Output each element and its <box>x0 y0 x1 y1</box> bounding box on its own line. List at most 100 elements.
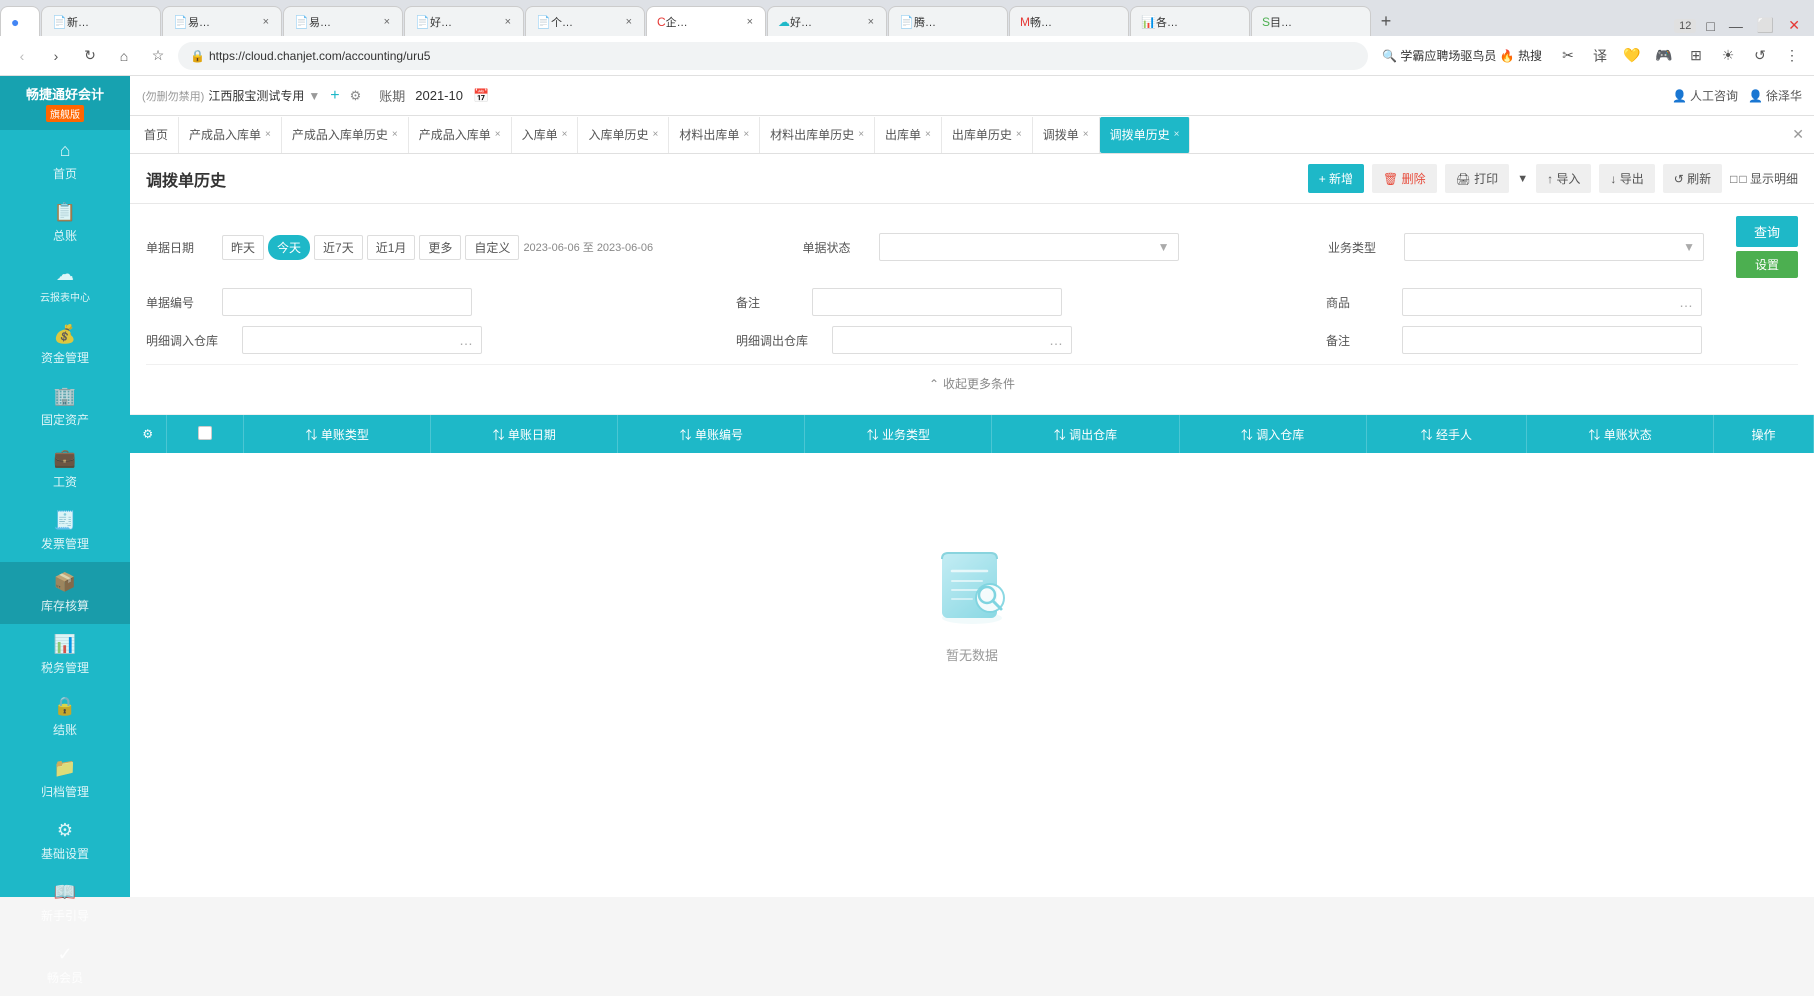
consultant-button[interactable]: 👤 人工咨询 <box>1672 87 1738 104</box>
close-all-tabs-icon[interactable]: ✕ <box>1792 126 1804 143</box>
company-settings-icon[interactable]: ⚙ <box>350 88 362 104</box>
page-tab-home[interactable]: 首页 <box>134 117 179 153</box>
print-button[interactable]: 🖨 打印 <box>1445 164 1510 193</box>
status-select[interactable]: ▼ <box>879 233 1179 261</box>
detail-out-select[interactable]: … <box>832 326 1072 354</box>
table-gear-column[interactable]: ⚙ <box>130 415 166 453</box>
page-tab-close[interactable]: × <box>495 129 501 140</box>
remark2-select[interactable] <box>1402 326 1702 354</box>
browser-tab-11[interactable]: 📊 各… <box>1130 6 1250 36</box>
date-btn-more[interactable]: 更多 <box>419 235 461 260</box>
page-tab-chanpin-instock-history[interactable]: 产成品入库单历史 × <box>282 117 409 153</box>
date-btn-1month[interactable]: 近1月 <box>367 235 416 260</box>
forward-button[interactable]: › <box>42 42 70 70</box>
browser-tab-12[interactable]: S 目… <box>1251 6 1371 36</box>
table-col-doc-num[interactable]: ⇅ 单账编号 <box>618 415 805 453</box>
table-col-doc-date[interactable]: ⇅ 单账日期 <box>431 415 618 453</box>
date-btn-custom[interactable]: 自定义 <box>465 235 519 260</box>
page-tab-material-outstock[interactable]: 材料出库单 × <box>669 117 760 153</box>
user-button[interactable]: 👤 徐泽华 <box>1748 87 1802 104</box>
sidebar-item-archive[interactable]: 📁 归档管理 <box>0 748 130 810</box>
address-bar[interactable]: 🔒 https://cloud.chanjet.com/accounting/u… <box>178 42 1368 70</box>
doc-num-input[interactable] <box>222 288 472 316</box>
goods-dots-icon[interactable]: … <box>1679 294 1693 310</box>
browser-tab-2[interactable]: 📄 新… <box>41 6 161 36</box>
browser-tab-10[interactable]: M 畅… <box>1009 6 1129 36</box>
page-tab-transfer[interactable]: 调拨单 × <box>1033 117 1100 153</box>
sidebar-item-home[interactable]: ⌂ 首页 <box>0 130 130 192</box>
page-tab-close[interactable]: × <box>562 129 568 140</box>
wallet-icon[interactable]: 💛 <box>1618 42 1646 70</box>
company-selector[interactable]: (勿删勿禁用) 江西服宝测试专用 ▼ <box>142 87 320 104</box>
browser-tab-9[interactable]: 📄 腾… <box>888 6 1008 36</box>
browser-tab-5[interactable]: 📄 好… × <box>404 6 524 36</box>
table-col-biz-type[interactable]: ⇅ 业务类型 <box>805 415 992 453</box>
date-btn-yesterday[interactable]: 昨天 <box>222 235 264 260</box>
detail-out-dots-icon[interactable]: … <box>1049 332 1063 348</box>
add-company-btn[interactable]: + <box>330 87 339 105</box>
restore-window-icon[interactable]: □ <box>1702 16 1718 36</box>
sidebar-item-ledger[interactable]: 📋 总账 <box>0 192 130 254</box>
date-btn-7days[interactable]: 近7天 <box>314 235 363 260</box>
sidebar-item-closing[interactable]: 🔒 结账 <box>0 686 130 748</box>
minimize-icon[interactable]: — <box>1725 16 1747 36</box>
select-all-checkbox[interactable] <box>198 426 212 440</box>
table-col-in-warehouse[interactable]: ⇅ 调入仓库 <box>1179 415 1366 453</box>
maximize-icon[interactable]: ⬜ <box>1753 15 1778 36</box>
show-full-button[interactable]: □ □ 显示明细 <box>1730 170 1798 187</box>
calendar-icon[interactable]: 📅 <box>473 88 489 104</box>
grid-icon[interactable]: ⊞ <box>1682 42 1710 70</box>
goods-select[interactable]: … <box>1402 288 1702 316</box>
page-tab-close[interactable]: × <box>743 129 749 140</box>
browser-tab-4[interactable]: 📄 易… × <box>283 6 403 36</box>
refresh-button[interactable]: ↺ 刷新 <box>1663 164 1722 193</box>
page-tab-transfer-history[interactable]: 调拨单历史 × <box>1100 117 1191 153</box>
page-tab-close[interactable]: × <box>1174 129 1180 140</box>
browser-tab-3[interactable]: 📄 易… × <box>162 6 282 36</box>
page-tab-outstock[interactable]: 出库单 × <box>875 117 942 153</box>
sidebar-item-tax[interactable]: 📊 税务管理 <box>0 624 130 686</box>
sidebar-item-settings[interactable]: ⚙ 基础设置 <box>0 810 130 872</box>
add-button[interactable]: + 新增 <box>1308 164 1364 193</box>
page-tab-chanpin-instock2[interactable]: 产成品入库单 × <box>409 117 512 153</box>
sidebar-item-reports[interactable]: ☁ 云报表中心 <box>0 254 130 314</box>
game-icon[interactable]: 🎮 <box>1650 42 1678 70</box>
page-tab-close[interactable]: × <box>652 129 658 140</box>
page-tab-material-outstock-history[interactable]: 材料出库单历史 × <box>760 117 875 153</box>
sidebar-item-assets[interactable]: 🏢 固定资产 <box>0 376 130 438</box>
sidebar-item-guide[interactable]: 📖 新手引导 <box>0 872 130 934</box>
table-checkbox-column[interactable] <box>166 415 244 453</box>
page-tab-chanpin-instock[interactable]: 产成品入库单 × <box>179 117 282 153</box>
undo-icon[interactable]: ↺ <box>1746 42 1774 70</box>
close-window-icon[interactable]: ✕ <box>1784 15 1804 36</box>
new-tab-button[interactable]: + <box>1372 6 1400 36</box>
sidebar-item-member[interactable]: ✓ 畅会员 <box>0 934 130 996</box>
export-button[interactable]: ↓ 导出 <box>1599 164 1654 193</box>
tab-close-5[interactable]: × <box>503 14 513 30</box>
browser-tab-7[interactable]: C 企… × <box>646 6 766 36</box>
page-tab-outstock-history[interactable]: 出库单历史 × <box>942 117 1033 153</box>
table-col-out-warehouse[interactable]: ⇅ 调出仓库 <box>992 415 1179 453</box>
tab-close-8[interactable]: × <box>866 14 876 30</box>
biz-type-select[interactable]: ▼ <box>1404 233 1704 261</box>
sidebar-item-inventory[interactable]: 📦 库存核算 <box>0 562 130 624</box>
browser-tab-8[interactable]: ☁ 好… × <box>767 6 887 36</box>
refresh-button[interactable]: ↻ <box>76 42 104 70</box>
search-bar[interactable]: 🔍 学霸应聘场驱鸟员 🔥 热搜 <box>1374 43 1550 68</box>
print-dropdown-icon[interactable]: ▼ <box>1517 173 1528 185</box>
page-tab-close[interactable]: × <box>925 129 931 140</box>
tab-close-6[interactable]: × <box>624 14 634 30</box>
tab-close-4[interactable]: × <box>382 14 392 30</box>
page-tab-close[interactable]: × <box>1016 129 1022 140</box>
tab-close-3[interactable]: × <box>261 14 271 30</box>
extensions-icon[interactable]: ✂ <box>1554 42 1582 70</box>
page-tab-instock-history[interactable]: 入库单历史 × <box>578 117 669 153</box>
import-button[interactable]: ↑ 导入 <box>1536 164 1591 193</box>
table-col-handler[interactable]: ⇅ 经手人 <box>1366 415 1526 453</box>
translate-icon[interactable]: 译 <box>1586 42 1614 70</box>
page-tab-instock[interactable]: 入库单 × <box>512 117 579 153</box>
detail-in-select[interactable]: … <box>242 326 482 354</box>
query-button[interactable]: 查询 <box>1736 216 1798 247</box>
page-tab-close[interactable]: × <box>858 129 864 140</box>
theme-icon[interactable]: ☀ <box>1714 42 1742 70</box>
